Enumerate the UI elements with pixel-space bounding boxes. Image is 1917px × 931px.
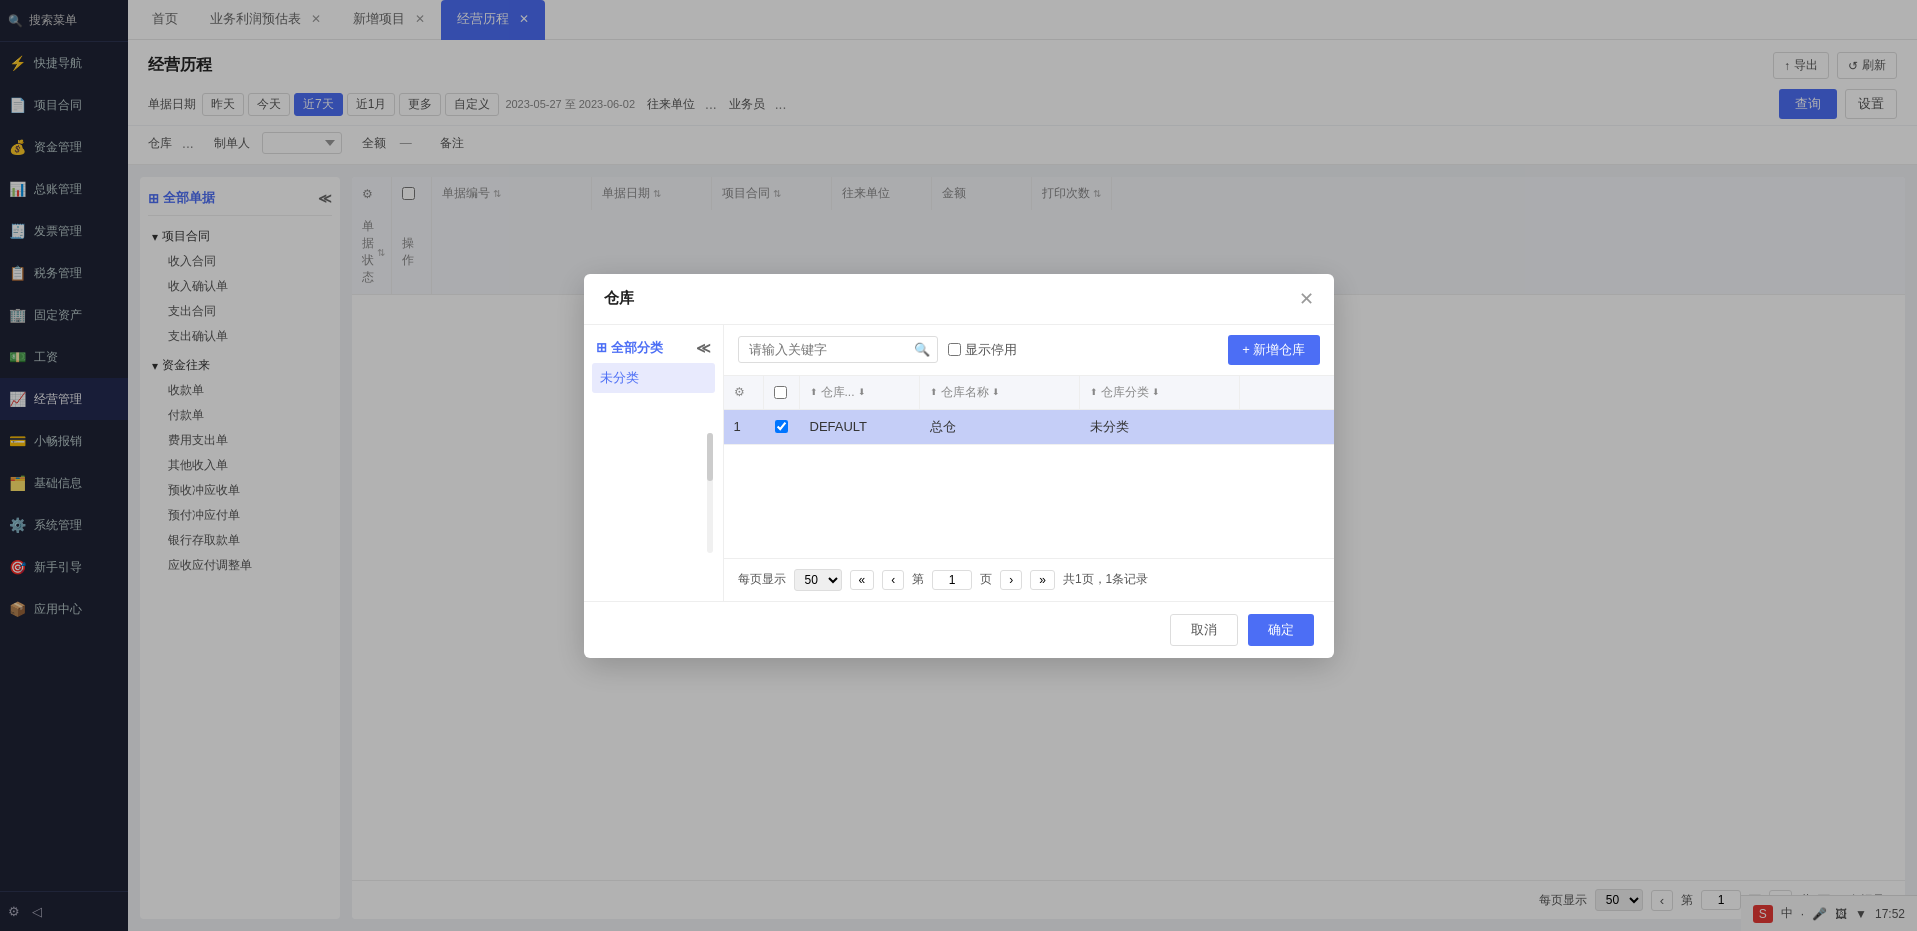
modal-th-category: ⬆ 仓库分类 ⬇ [1080,376,1240,409]
show-disabled-checkbox[interactable] [948,343,961,356]
modal-sidebar-item-uncategorized[interactable]: 未分类 [592,363,715,393]
row-checkbox-cell[interactable] [764,410,800,444]
settings-icon2: ⚙ [734,385,745,399]
search-wrap: 🔍 [738,336,938,363]
modal-title: 仓库 [604,289,634,308]
modal-th-checkbox[interactable] [764,376,800,409]
scroll-thumb [707,433,713,481]
sort-down-icon3: ⬇ [1152,387,1160,397]
sort-down-icon2: ⬇ [992,387,1000,397]
modal-sidebar: ⊞ 全部分类 ≪ 未分类 [584,325,724,601]
modal-sidebar-title: 全部分类 [611,339,663,357]
category-header-label: 仓库分类 [1101,384,1149,401]
warehouse-modal: 仓库 ✕ ⊞ 全部分类 ≪ 未分类 [584,274,1334,658]
row-name: 总仓 [920,410,1080,444]
modal-main: 🔍 显示停用 + 新增仓库 ⚙ [724,325,1334,601]
modal-sidebar-collapse[interactable]: ≪ [696,340,711,356]
code-header-label: 仓库... [821,384,855,401]
row-checkbox[interactable] [775,420,788,433]
modal-sidebar-header: ⊞ 全部分类 ≪ [592,333,715,363]
modal-pagination: 每页显示 50 « ‹ 第 页 › » 共1页，1条记录 [724,558,1334,601]
sort-up-icon3: ⬆ [1090,387,1098,397]
modal-next-page[interactable]: › [1000,570,1022,590]
modal-header: 仓库 ✕ [584,274,1334,325]
modal-page-label2: 页 [980,571,992,588]
grid-icon2: ⊞ [596,340,607,355]
modal-search-input[interactable] [738,336,938,363]
modal-page-size-select[interactable]: 50 [794,569,842,591]
modal-body: ⊞ 全部分类 ≪ 未分类 [584,325,1334,658]
sort-up-icon2: ⬆ [930,387,938,397]
search-icon2: 🔍 [914,342,930,357]
modal-footer: 取消 确定 [584,601,1334,658]
modal-th-code: ⬆ 仓库... ⬇ [800,376,920,409]
row-index: 1 [724,410,764,444]
modal-th-settings[interactable]: ⚙ [724,376,764,409]
uncategorized-label: 未分类 [600,370,639,385]
modal-last-page[interactable]: » [1030,570,1055,590]
sort-down-icon: ⬇ [858,387,866,397]
modal-select-all[interactable] [774,386,787,399]
sort-up-icon: ⬆ [810,387,818,397]
modal-prev-page[interactable]: ‹ [882,570,904,590]
name-header-label: 仓库名称 [941,384,989,401]
scroll-track[interactable] [707,433,713,553]
show-disabled-text: 显示停用 [965,341,1017,359]
modal-first-page[interactable]: « [850,570,875,590]
modal-toolbar: 🔍 显示停用 + 新增仓库 [724,325,1334,376]
modal-page-input[interactable] [932,570,972,590]
add-warehouse-button[interactable]: + 新增仓库 [1228,335,1319,365]
confirm-button[interactable]: 确定 [1248,614,1314,646]
row-category: 未分类 [1080,410,1240,444]
modal-th-name: ⬆ 仓库名称 ⬇ [920,376,1080,409]
modal-close-button[interactable]: ✕ [1299,288,1314,310]
show-disabled-label[interactable]: 显示停用 [948,341,1017,359]
modal-total-info: 共1页，1条记录 [1063,571,1148,588]
modal-page-label: 第 [912,571,924,588]
warehouse-table-row[interactable]: 1 DEFAULT 总仓 未分类 [724,410,1334,445]
modal-page-size-label: 每页显示 [738,571,786,588]
modal-table: ⚙ ⬆ 仓库... ⬇ ⬆ [724,376,1334,558]
row-code: DEFAULT [800,410,920,444]
modal-overlay: 仓库 ✕ ⊞ 全部分类 ≪ 未分类 [0,0,1917,931]
cancel-button[interactable]: 取消 [1170,614,1238,646]
modal-table-header: ⚙ ⬆ 仓库... ⬇ ⬆ [724,376,1334,410]
